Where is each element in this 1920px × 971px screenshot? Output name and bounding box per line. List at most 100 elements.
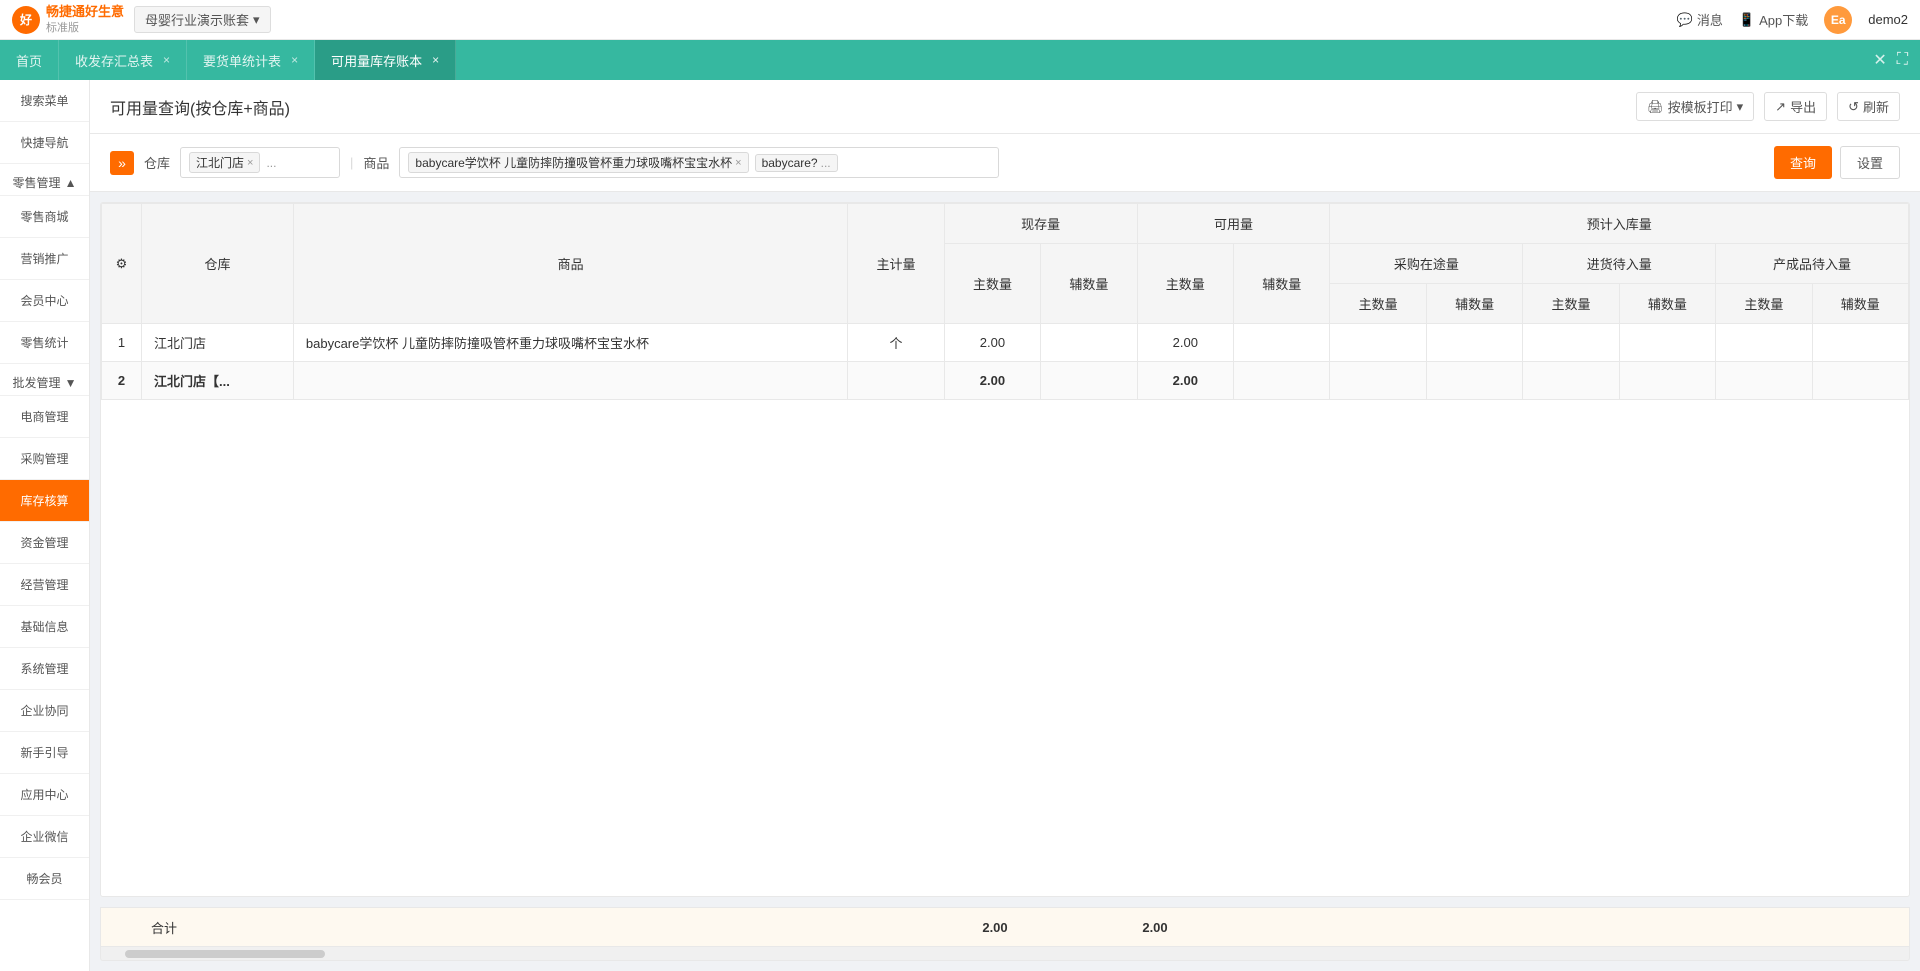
filter-area: » 仓库 江北门店 × ... | 商品 babycare学饮杯 儿童防摔防撞吸…	[90, 134, 1920, 192]
table-container: ⚙ 仓库 商品 主计量 现存量 可用量 预计入库量 主数量 辅数量 主数量 辅数…	[100, 202, 1910, 897]
warehouse-more[interactable]: ...	[266, 156, 276, 170]
filter-actions: 查询 设置	[1774, 146, 1900, 179]
tab-receive-summary-close[interactable]: ×	[163, 53, 170, 67]
row2-purchase-aux	[1426, 362, 1522, 400]
user-name[interactable]: demo2	[1868, 12, 1908, 27]
sidebar-item-app-center[interactable]: 应用中心	[0, 774, 89, 816]
tab-available-stock-close[interactable]: ×	[432, 53, 439, 67]
th-production-group: 产成品待入量	[1716, 244, 1909, 284]
sidebar-retail-mgmt-label: 零售管理	[13, 174, 61, 191]
sidebar-item-purchase-mgmt[interactable]: 采购管理	[0, 438, 89, 480]
product-input[interactable]: babycare学饮杯 儿童防摔防撞吸管杯重力球吸嘴杯宝宝水杯 × babyca…	[399, 147, 999, 178]
message-label: 消息	[1697, 10, 1723, 29]
product-more[interactable]: ...	[821, 156, 831, 170]
th-available-main: 主数量	[1137, 244, 1233, 324]
sidebar-operations-label: 经营管理	[20, 578, 68, 592]
industry-selector[interactable]: 母婴行业演示账套 ▾	[134, 6, 271, 33]
refresh-btn[interactable]: ↺ 刷新	[1837, 92, 1900, 121]
template-print-label: 按模板打印	[1668, 97, 1733, 116]
logo-icon: 好	[12, 6, 40, 34]
th-stock-main: 主数量	[944, 244, 1040, 324]
th-available-group: 可用量	[1137, 204, 1330, 244]
sidebar-finance-label: 资金管理	[20, 536, 68, 550]
tab-order-stats-close[interactable]: ×	[291, 53, 298, 67]
th-purchase-aux: 辅数量	[1426, 284, 1522, 324]
sidebar-item-member[interactable]: 畅会员	[0, 858, 89, 900]
filter-expand-btn[interactable]: »	[110, 151, 134, 175]
row1-incoming-aux	[1619, 324, 1715, 362]
sidebar-item-sys-mgmt[interactable]: 系统管理	[0, 648, 89, 690]
row1-index: 1	[102, 324, 142, 362]
th-forecast-group: 预计入库量	[1330, 204, 1909, 244]
sidebar-quick-nav-label: 快捷导航	[20, 136, 68, 150]
query-btn[interactable]: 查询	[1774, 146, 1832, 179]
tab-available-stock[interactable]: 可用量库存账本 ×	[315, 40, 456, 80]
row2-product	[293, 362, 847, 400]
warehouse-input[interactable]: 江北门店 × ...	[180, 147, 340, 178]
main-layout: 搜索菜单 快捷导航 零售管理 ▲ 零售商城 营销推广 会员中心 零售统计 批发管…	[0, 80, 1920, 971]
row2-incoming-main	[1523, 362, 1619, 400]
sidebar-item-retail-mall[interactable]: 零售商城	[0, 196, 89, 238]
warehouse-label: 仓库	[144, 153, 170, 172]
industry-label: 母婴行业演示账套	[145, 10, 249, 29]
tab-home[interactable]: 首页	[0, 40, 59, 80]
settings-icon[interactable]: ⚙	[116, 256, 128, 271]
sidebar-item-wholesale-mgmt[interactable]: 批发管理 ▼	[0, 364, 89, 396]
row2-purchase-main	[1330, 362, 1426, 400]
sidebar-item-finance[interactable]: 资金管理	[0, 522, 89, 564]
sidebar-basic-info-label: 基础信息	[20, 620, 68, 634]
tab-receive-summary[interactable]: 收发存汇总表 ×	[59, 40, 187, 80]
warehouse-tag-1[interactable]: 江北门店 ×	[189, 152, 260, 173]
scroll-thumb[interactable]	[125, 950, 325, 958]
horizontal-scrollbar[interactable]	[100, 947, 1910, 961]
sidebar-item-quick-nav[interactable]: 快捷导航	[0, 122, 89, 164]
close-all-icon[interactable]: ✕	[1873, 50, 1886, 70]
th-incoming-main: 主数量	[1523, 284, 1619, 324]
product-tag-1-close[interactable]: ×	[735, 157, 741, 169]
sidebar-item-search-menu[interactable]: 搜索菜单	[0, 80, 89, 122]
th-settings[interactable]: ⚙	[102, 204, 142, 324]
sidebar-item-inventory[interactable]: 库存核算	[0, 480, 89, 522]
warehouse-tag-1-label: 江北门店	[196, 154, 244, 171]
row1-purchase-main	[1330, 324, 1426, 362]
sidebar-item-operations[interactable]: 经营管理	[0, 564, 89, 606]
product-tag-2[interactable]: babycare? ...	[755, 154, 838, 172]
sidebar-retail-stats-label: 零售统计	[20, 336, 68, 350]
sidebar-item-enterprise[interactable]: 企业协同	[0, 690, 89, 732]
tab-receive-summary-label: 收发存汇总表	[75, 51, 153, 70]
sidebar-item-retail-mgmt[interactable]: 零售管理 ▲	[0, 164, 89, 196]
setting-btn[interactable]: 设置	[1840, 146, 1900, 179]
row1-production-main	[1716, 324, 1812, 362]
sidebar-app-center-label: 应用中心	[20, 788, 68, 802]
sidebar-wechat-work-label: 企业微信	[20, 830, 68, 844]
sidebar-item-retail-stats[interactable]: 零售统计	[0, 322, 89, 364]
sidebar-item-basic-info[interactable]: 基础信息	[0, 606, 89, 648]
product-tag-2-label: babycare?	[762, 156, 818, 170]
app-download-btn[interactable]: 📱 App下载	[1739, 10, 1808, 29]
row1-purchase-aux	[1426, 324, 1522, 362]
sidebar-item-marketing[interactable]: 营销推广	[0, 238, 89, 280]
template-print-btn[interactable]: 🖨 按模板打印 ▾	[1636, 92, 1754, 121]
product-tag-1[interactable]: babycare学饮杯 儿童防摔防撞吸管杯重力球吸嘴杯宝宝水杯 ×	[408, 152, 748, 173]
logo-sub: 标准版	[46, 19, 124, 35]
th-unit: 主计量	[848, 204, 944, 324]
logo-text: 畅捷通好生意	[46, 4, 124, 20]
warehouse-tag-1-close[interactable]: ×	[247, 157, 253, 169]
tab-order-stats[interactable]: 要货单统计表 ×	[187, 40, 315, 80]
message-btn[interactable]: 💬 消息	[1677, 10, 1723, 29]
th-production-main: 主数量	[1716, 284, 1812, 324]
th-stock-aux: 辅数量	[1041, 244, 1137, 324]
sidebar-item-wechat-work[interactable]: 企业微信	[0, 816, 89, 858]
th-product: 商品	[293, 204, 847, 324]
sidebar-item-new-guide[interactable]: 新手引导	[0, 732, 89, 774]
chevron-up-icon: ▲	[65, 176, 77, 190]
row2-available-aux	[1234, 362, 1330, 400]
expand-icon[interactable]: ⛶	[1897, 51, 1908, 69]
export-btn[interactable]: ↗ 导出	[1764, 92, 1827, 121]
chevron-down-icon: ▾	[253, 12, 260, 28]
row1-available-main: 2.00	[1137, 324, 1233, 362]
sidebar-item-ecommerce[interactable]: 电商管理	[0, 396, 89, 438]
sidebar-item-member-center[interactable]: 会员中心	[0, 280, 89, 322]
total-bar: 合计 2.00 2.00	[100, 907, 1910, 947]
data-table: ⚙ 仓库 商品 主计量 现存量 可用量 预计入库量 主数量 辅数量 主数量 辅数…	[101, 203, 1909, 400]
